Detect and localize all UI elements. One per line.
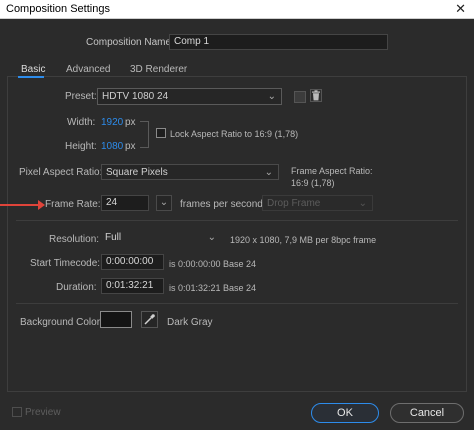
chevron-down-icon: ⌄: [267, 91, 276, 102]
pixel-aspect-label: Pixel Aspect Ratio:: [19, 167, 103, 178]
frame-aspect-value: 16:9 (1,78): [291, 178, 335, 188]
arrow-head-icon: [38, 200, 45, 210]
resolution-dropdown[interactable]: Full ⌄: [101, 230, 221, 246]
preset-value: HDTV 1080 24: [102, 91, 169, 102]
lock-aspect-checkbox[interactable]: [156, 128, 166, 138]
cancel-button[interactable]: Cancel: [390, 403, 464, 423]
height-label: Height:: [65, 141, 97, 152]
preset-dropdown[interactable]: HDTV 1080 24 ⌄: [97, 88, 282, 105]
tab-basic-underline: [18, 76, 44, 78]
window-titlebar: Composition Settings ✕: [0, 0, 474, 19]
divider: [16, 303, 458, 304]
trash-icon: [312, 90, 320, 101]
tab-advanced[interactable]: Advanced: [66, 64, 110, 75]
chevron-down-icon: ⌄: [264, 167, 273, 178]
comp-name-label: Composition Name:: [86, 37, 174, 48]
background-color-swatch[interactable]: [100, 311, 132, 328]
save-preset-icon[interactable]: [294, 91, 306, 103]
tab-basic[interactable]: Basic: [21, 64, 45, 75]
start-timecode-info: is 0:00:00:00 Base 24: [169, 259, 257, 269]
background-color-name: Dark Gray: [167, 317, 213, 328]
lock-aspect-label: Lock Aspect Ratio to 16:9 (1,78): [170, 129, 299, 139]
frame-aspect-label: Frame Aspect Ratio:: [291, 166, 373, 176]
background-color-label: Background Color:: [20, 317, 103, 328]
resolution-value: Full: [105, 232, 122, 243]
height-value[interactable]: 1080: [101, 141, 123, 152]
chevron-down-icon: ⌄: [207, 232, 216, 243]
start-timecode-label: Start Timecode:: [30, 258, 101, 269]
start-timecode-input[interactable]: 0:00:00:00: [101, 254, 164, 270]
tab-3d-renderer[interactable]: 3D Renderer: [130, 64, 187, 75]
window-title: Composition Settings: [6, 3, 110, 15]
drop-frame-value: Drop Frame: [267, 198, 321, 209]
ok-button[interactable]: OK: [311, 403, 379, 423]
eyedropper-button[interactable]: [141, 311, 158, 328]
chevron-down-icon: ⌄: [358, 198, 367, 209]
drop-frame-dropdown[interactable]: Drop Frame ⌄: [262, 195, 373, 211]
preview-checkbox[interactable]: [12, 407, 22, 417]
preset-label: Preset:: [65, 91, 97, 102]
arrow-annotation: [0, 204, 40, 206]
duration-input[interactable]: 0:01:32:21: [101, 278, 164, 294]
delete-preset-button[interactable]: [310, 89, 322, 102]
resolution-info: 1920 x 1080, 7,9 MB per 8bpc frame: [230, 235, 377, 245]
frame-rate-menu-button[interactable]: ⌄: [156, 195, 172, 211]
duration-label: Duration:: [56, 282, 97, 293]
pixel-aspect-value: Square Pixels: [106, 167, 168, 178]
divider: [16, 220, 458, 221]
height-unit: px: [125, 141, 136, 152]
duration-info: is 0:01:32:21 Base 24: [169, 283, 257, 293]
width-unit: px: [125, 117, 136, 128]
eyedropper-icon: [144, 314, 155, 325]
link-bracket: [140, 121, 149, 148]
comp-name-input[interactable]: Comp 1: [169, 34, 388, 50]
close-icon[interactable]: ✕: [455, 1, 466, 17]
frame-rate-unit: frames per second: [180, 199, 263, 210]
width-label: Width:: [67, 117, 96, 128]
width-value[interactable]: 1920: [101, 117, 123, 128]
frame-rate-label: Frame Rate:: [45, 199, 101, 210]
pixel-aspect-dropdown[interactable]: Square Pixels ⌄: [101, 164, 279, 180]
frame-rate-input[interactable]: 24: [101, 195, 149, 211]
resolution-label: Resolution:: [49, 234, 100, 245]
chevron-down-icon: ⌄: [159, 197, 169, 208]
preview-label: Preview: [25, 407, 61, 418]
